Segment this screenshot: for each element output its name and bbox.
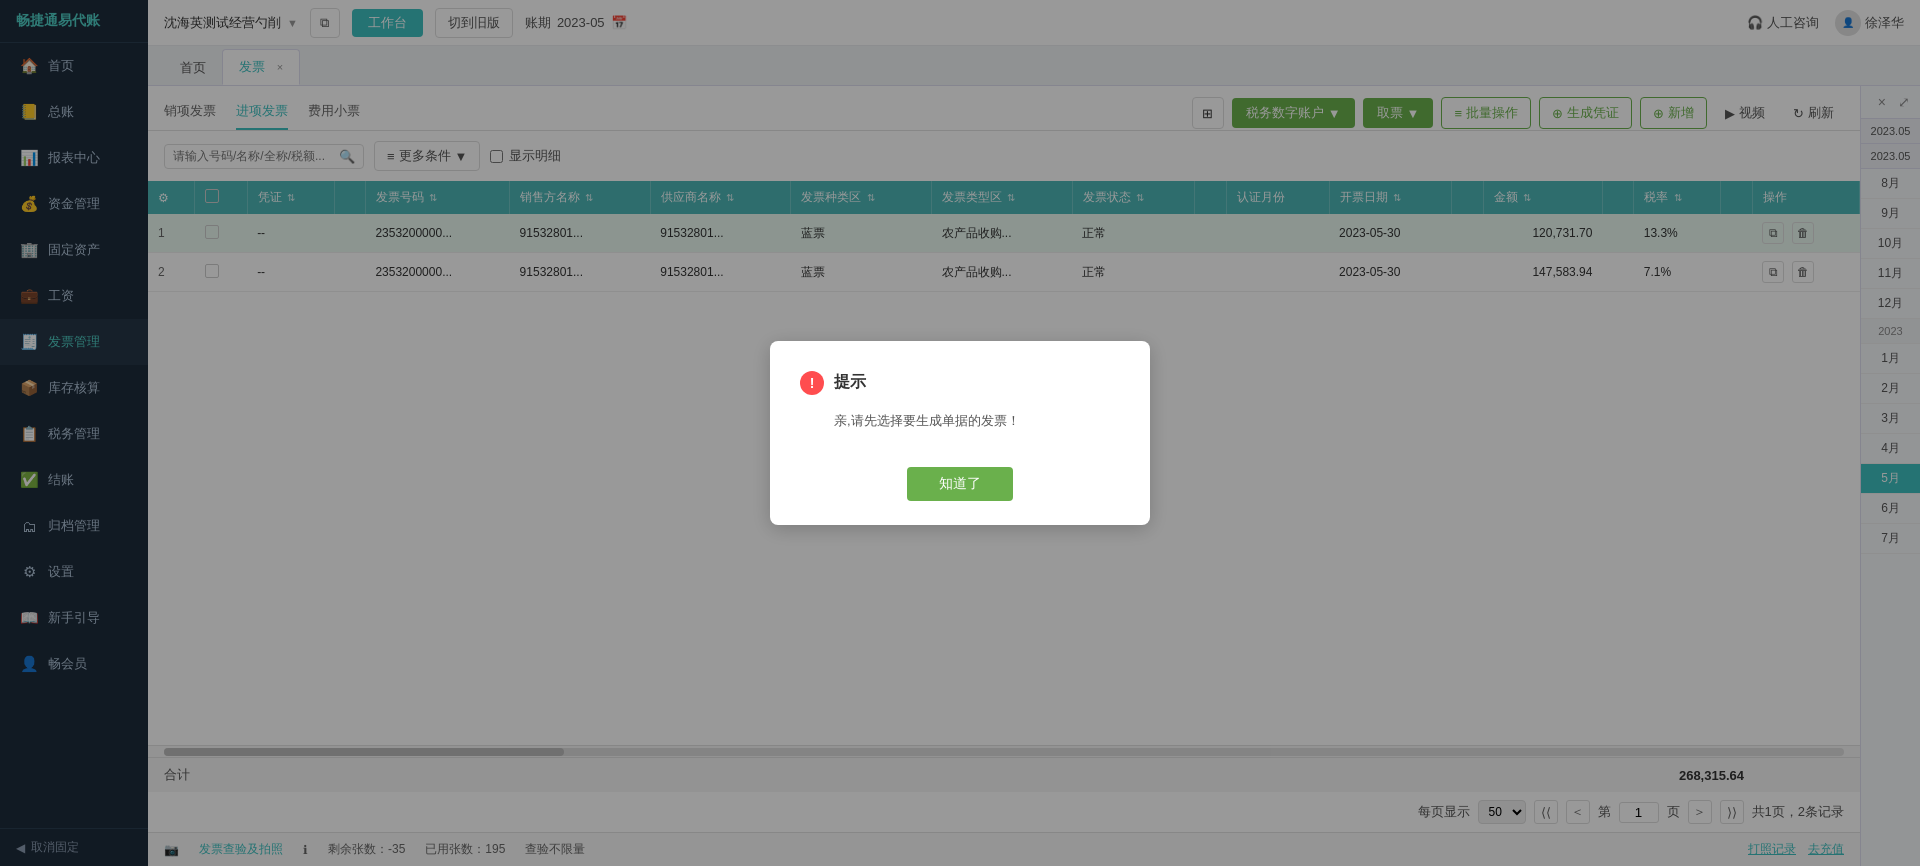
dialog-footer: 知道了: [770, 451, 1150, 525]
dialog-message: 亲,请先选择要生成单据的发票！: [834, 411, 1120, 432]
dialog-body: ! 提示 亲,请先选择要生成单据的发票！: [770, 341, 1150, 452]
alert-dialog: ! 提示 亲,请先选择要生成单据的发票！ 知道了: [770, 341, 1150, 526]
dialog-title: 提示: [834, 372, 866, 393]
warning-icon-text: !: [810, 375, 815, 391]
dialog-overlay[interactable]: ! 提示 亲,请先选择要生成单据的发票！ 知道了: [0, 0, 1920, 866]
dialog-ok-button[interactable]: 知道了: [907, 467, 1013, 501]
dialog-header: ! 提示: [800, 371, 1120, 395]
dialog-warning-icon: !: [800, 371, 824, 395]
